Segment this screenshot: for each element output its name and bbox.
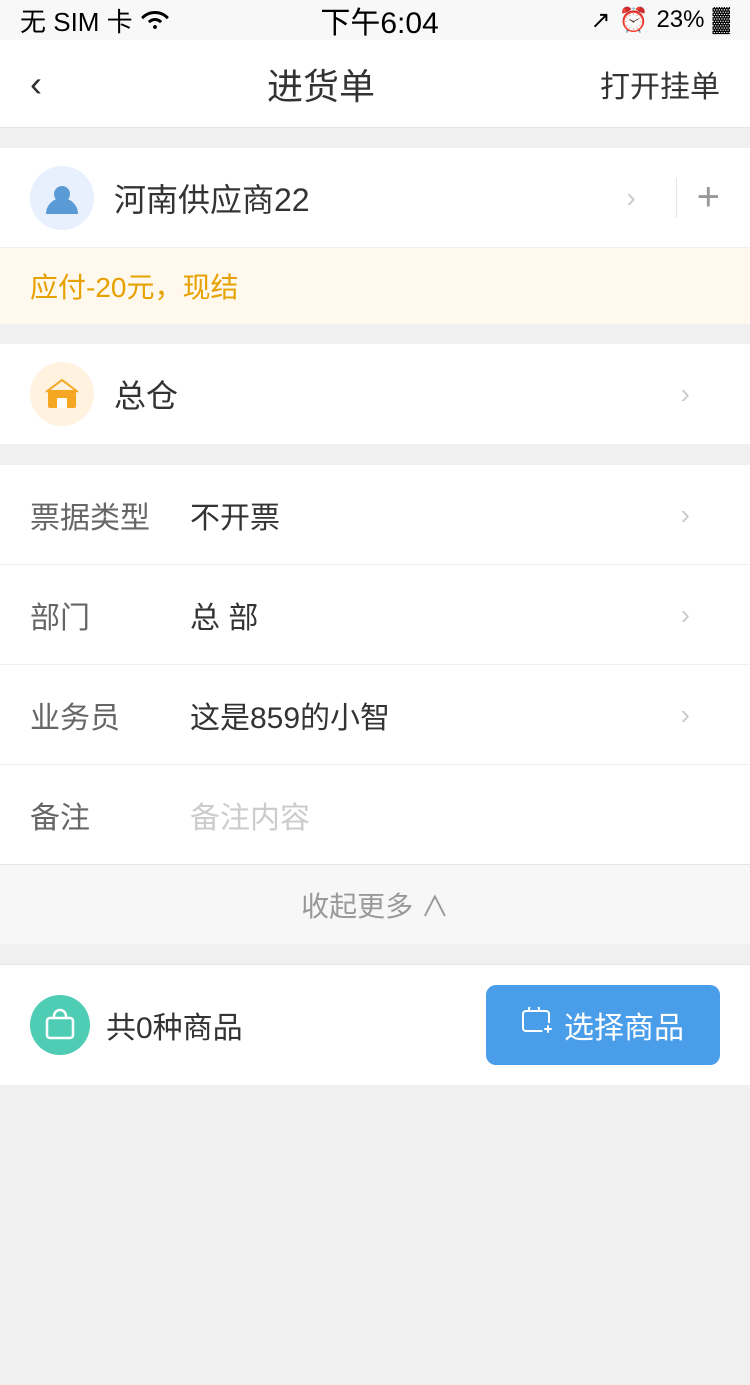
bottom-divider — [0, 944, 750, 964]
sales-value: 这是859的小智 — [170, 693, 681, 737]
sales-chevron-icon: › — [681, 699, 690, 731]
warehouse-section: 总仓 › — [0, 344, 750, 444]
wifi-icon — [141, 5, 169, 36]
page-title: 进货单 — [267, 58, 375, 110]
top-divider — [0, 128, 750, 148]
add-supplier-button[interactable]: + — [697, 175, 720, 220]
status-right: ↗ ⏰ 23% ▓ — [590, 6, 730, 35]
battery-icon: ▓ — [712, 6, 730, 34]
select-product-button[interactable]: 选择商品 — [486, 985, 720, 1065]
invoice-label: 票据类型 — [30, 493, 170, 537]
warehouse-chevron-icon: › — [681, 378, 690, 410]
gray-background — [0, 1085, 750, 1385]
remark-input[interactable]: 备注内容 — [170, 793, 720, 837]
product-count-wrap: 共0种商品 — [30, 995, 243, 1055]
status-left: 无 SIM 卡 — [20, 2, 169, 39]
sales-label: 业务员 — [30, 693, 170, 737]
dept-chevron-icon: › — [681, 599, 690, 631]
select-product-icon — [522, 1007, 554, 1043]
supplier-chevron-icon: › — [626, 182, 635, 214]
back-button[interactable]: ‹ — [30, 63, 42, 105]
remark-label: 备注 — [30, 793, 170, 837]
dept-value: 总 部 — [170, 593, 681, 637]
warehouse-icon — [30, 362, 94, 426]
supplier-avatar — [30, 166, 94, 230]
collapse-label: 收起更多 ∧ — [301, 885, 449, 925]
nav-bar: ‹ 进货单 打开挂单 — [0, 40, 750, 128]
product-count-text: 共0种商品 — [106, 1003, 243, 1047]
status-bar: 无 SIM 卡 下午6:04 ↗ ⏰ 23% ▓ — [0, 0, 750, 40]
location-icon: ↗ — [590, 6, 610, 35]
battery-text: 23% — [656, 6, 704, 34]
dept-row[interactable]: 部门 总 部 › — [0, 564, 750, 664]
status-time: 下午6:04 — [320, 0, 438, 42]
invoice-row[interactable]: 票据类型 不开票 › — [0, 464, 750, 564]
collapse-button[interactable]: 收起更多 ∧ — [0, 864, 750, 944]
invoice-value: 不开票 — [170, 493, 681, 537]
supplier-section: 河南供应商22 › + 应付-20元，现结 — [0, 148, 750, 324]
sales-row[interactable]: 业务员 这是859的小智 › — [0, 664, 750, 764]
carrier-text: 无 SIM 卡 — [20, 2, 133, 39]
select-product-label: 选择商品 — [564, 1003, 684, 1047]
supplier-row[interactable]: 河南供应商22 › + — [0, 148, 750, 248]
product-count-icon — [30, 995, 90, 1055]
form-section: 票据类型 不开票 › 部门 总 部 › 业务员 这是859的小智 › 备注 备注… — [0, 464, 750, 944]
supplier-name: 河南供应商22 — [114, 175, 626, 221]
open-pending-button[interactable]: 打开挂单 — [600, 62, 720, 106]
remark-row[interactable]: 备注 备注内容 — [0, 764, 750, 864]
invoice-chevron-icon: › — [681, 499, 690, 531]
warehouse-row[interactable]: 总仓 › — [0, 344, 750, 444]
middle-divider-2 — [0, 444, 750, 464]
middle-divider-1 — [0, 324, 750, 344]
bottom-bar: 共0种商品 选择商品 — [0, 964, 750, 1085]
warehouse-name: 总仓 — [114, 371, 681, 417]
dept-label: 部门 — [30, 593, 170, 637]
supplier-notice: 应付-20元，现结 — [0, 248, 750, 324]
alarm-icon: ⏰ — [619, 6, 649, 35]
supplier-divider — [676, 178, 677, 218]
